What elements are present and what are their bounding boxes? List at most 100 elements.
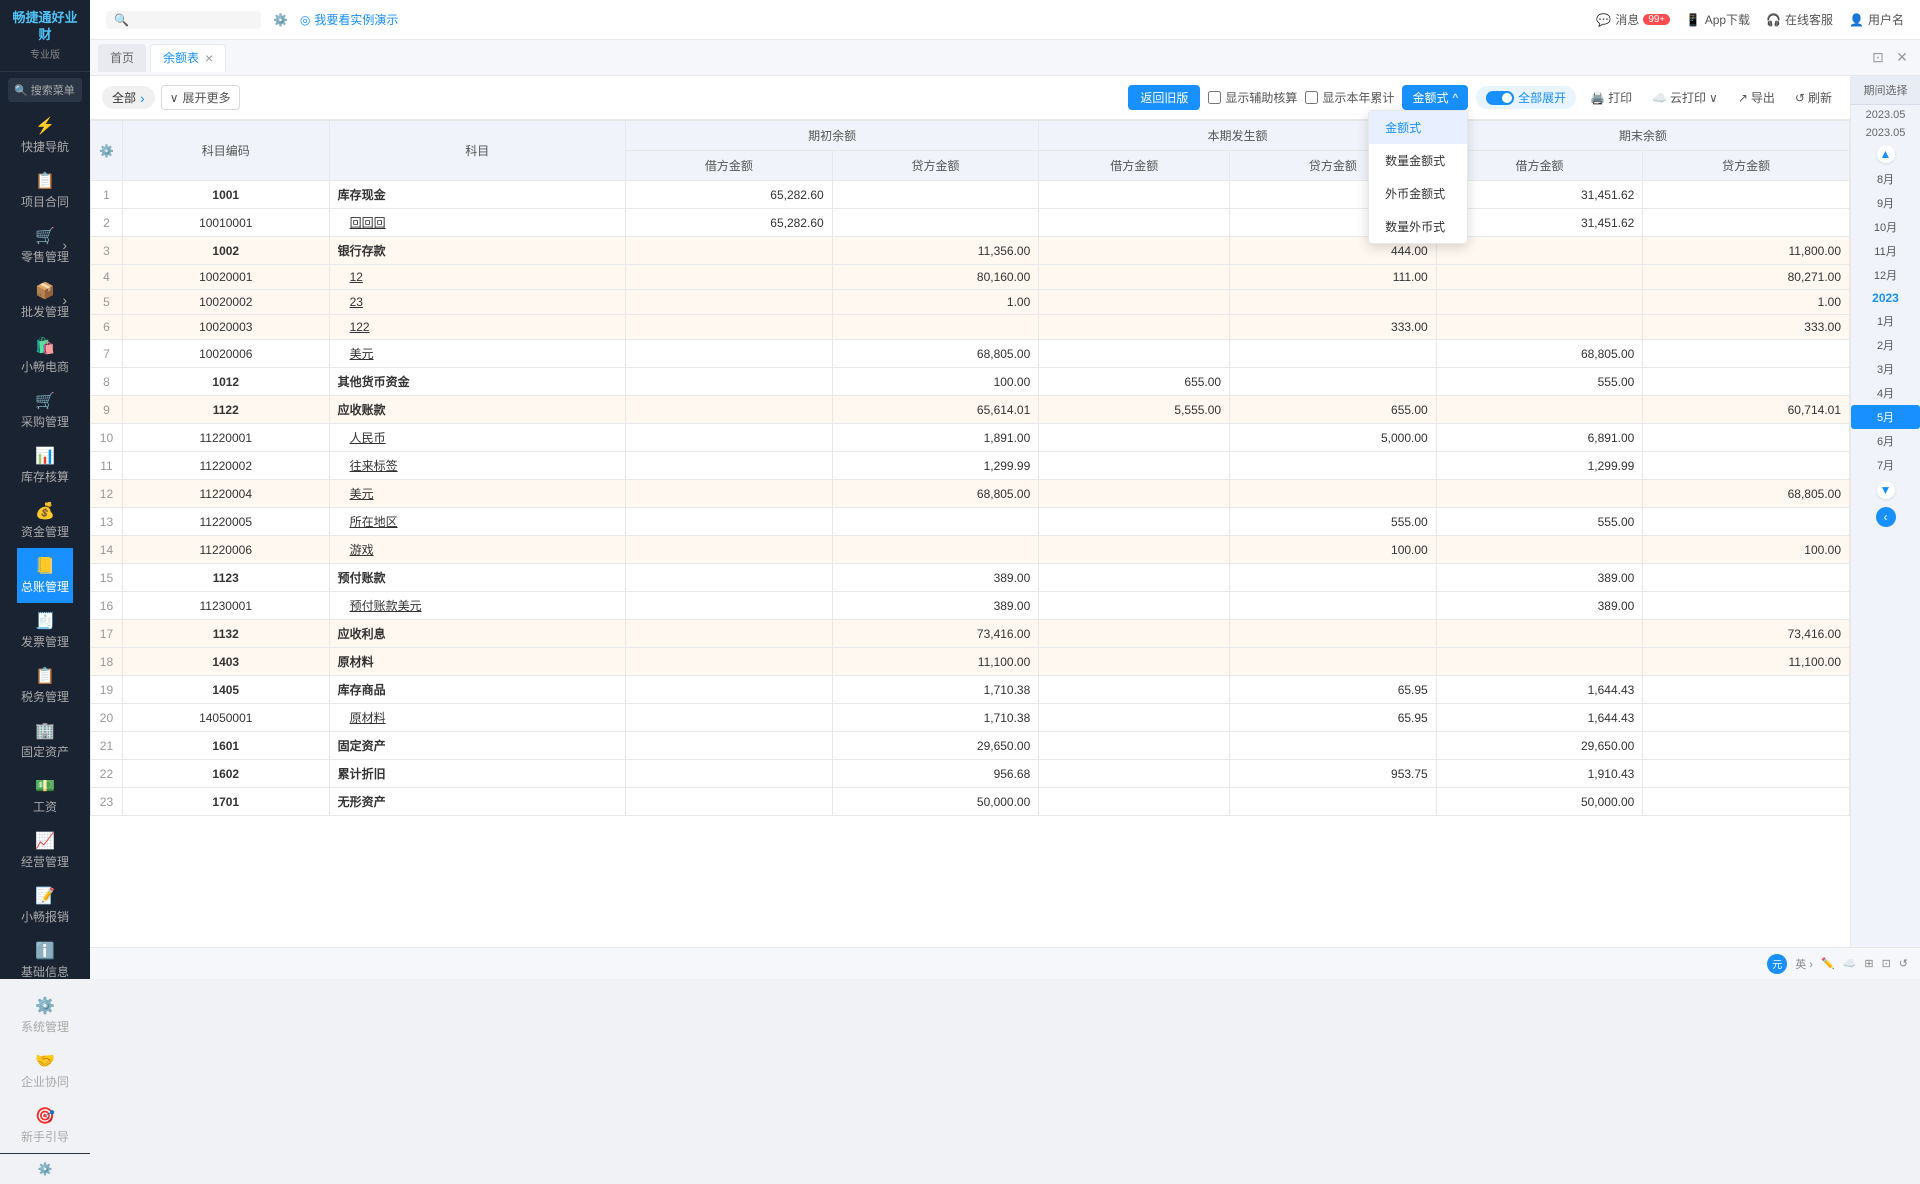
- row-name[interactable]: 人民币: [329, 424, 626, 452]
- period-month-2月[interactable]: 2月: [1851, 333, 1920, 357]
- sidebar-item-快捷导航[interactable]: ⚡快捷导航: [17, 108, 73, 163]
- opening-credit: [832, 508, 1039, 536]
- row-name[interactable]: 游戏: [329, 536, 626, 564]
- toggle-all-button[interactable]: 全部展开: [1476, 86, 1576, 109]
- sidebar-icon-11: 📋: [35, 668, 55, 685]
- row-num: 17: [91, 620, 123, 648]
- sidebar-item-企业协同[interactable]: 🤝企业协同: [17, 1043, 73, 1098]
- show-ytd-checkbox[interactable]: 显示本年累计: [1305, 89, 1394, 106]
- settings-col-header[interactable]: ⚙️: [91, 121, 123, 181]
- settings-icon-top[interactable]: ⚙️: [273, 13, 288, 27]
- return-old-version-button[interactable]: 返回旧版: [1128, 85, 1200, 110]
- print-button[interactable]: 🖨️ 打印: [1584, 86, 1638, 109]
- table-row: 2 10010001 回回回 65,282.60 33,830.98 31,45…: [91, 209, 1850, 237]
- grid-icon[interactable]: ⊞: [1864, 957, 1873, 970]
- period-month-4月[interactable]: 4月: [1851, 381, 1920, 405]
- sidebar-item-税务管理[interactable]: 📋税务管理: [17, 658, 73, 713]
- period-up-button[interactable]: ▲: [1877, 145, 1895, 163]
- search-menu-button[interactable]: 🔍 搜索菜单: [8, 78, 82, 102]
- period-month-9月[interactable]: 9月: [1851, 191, 1920, 215]
- period-month-7月[interactable]: 7月: [1851, 453, 1920, 477]
- period-down-button[interactable]: ▼: [1877, 481, 1895, 499]
- sidebar-settings[interactable]: ⚙️: [0, 1153, 90, 1184]
- online-service-button[interactable]: 🎧 在线客服: [1766, 11, 1833, 28]
- cloud-icon[interactable]: ☁️: [1843, 957, 1857, 970]
- window-close-button[interactable]: ✕: [1892, 48, 1912, 68]
- period-collapse-button[interactable]: ‹: [1876, 507, 1896, 527]
- row-name[interactable]: 122: [329, 315, 626, 340]
- format-button[interactable]: 金额式 ^: [1402, 85, 1468, 110]
- tab-bar: 首页 余额表 × ⊡ ✕: [90, 40, 1920, 76]
- expand-button[interactable]: ∨ 展开更多: [161, 85, 240, 110]
- edit-icon[interactable]: ✏️: [1821, 957, 1835, 970]
- tab-home[interactable]: 首页: [98, 44, 146, 72]
- row-num: 18: [91, 648, 123, 676]
- period-month-1月[interactable]: 1月: [1851, 309, 1920, 333]
- show-auxiliary-checkbox[interactable]: 显示辅助核算: [1208, 89, 1297, 106]
- export-button[interactable]: ↗ 导出: [1732, 86, 1781, 109]
- row-name[interactable]: 所在地区: [329, 508, 626, 536]
- format-option-qty-amount[interactable]: 数量金额式: [1369, 144, 1467, 177]
- lang-label[interactable]: 英 ›: [1795, 956, 1813, 972]
- opening-credit: 11,100.00: [832, 648, 1039, 676]
- sidebar-item-小畅电商[interactable]: 🛍️小畅电商: [17, 328, 73, 383]
- window-restore-button[interactable]: ⊡: [1868, 48, 1888, 68]
- sidebar-item-发票管理[interactable]: 🧾发票管理: [17, 603, 73, 658]
- sidebar-item-小畅报销[interactable]: 📝小畅报销: [17, 878, 73, 933]
- sidebar-item-固定资产[interactable]: 🏢固定资产: [17, 713, 73, 768]
- format-option-qty-foreign[interactable]: 数量外币式: [1369, 210, 1467, 243]
- user-avatar[interactable]: 👤 用户名: [1849, 11, 1904, 28]
- period-month-6月[interactable]: 6月: [1851, 429, 1920, 453]
- format-option-amount[interactable]: 金额式: [1369, 111, 1467, 144]
- auxiliary-checkbox-input[interactable]: [1208, 91, 1221, 104]
- row-name[interactable]: 往来标签: [329, 452, 626, 480]
- refresh-button[interactable]: ↺ 刷新: [1789, 86, 1838, 109]
- format-option-foreign-amount[interactable]: 外币金额式: [1369, 177, 1467, 210]
- toggle-switch[interactable]: [1486, 91, 1514, 105]
- cloud-print-button[interactable]: ☁️ 云打印 ∨: [1646, 86, 1724, 109]
- row-code: 11220002: [122, 452, 329, 480]
- row-name[interactable]: 预付账款美元: [329, 592, 626, 620]
- box-icon[interactable]: ⊡: [1882, 957, 1891, 970]
- period-month-11月[interactable]: 11月: [1851, 239, 1920, 263]
- sidebar-item-总账管理[interactable]: 📒总账管理: [17, 548, 73, 603]
- ytd-checkbox-input[interactable]: [1305, 91, 1318, 104]
- demo-link[interactable]: ◎ 我要看实例演示: [300, 11, 399, 28]
- sidebar-item-系统管理[interactable]: ⚙️系统管理: [17, 988, 73, 1043]
- sidebar-item-工资[interactable]: 💵工资: [17, 768, 73, 823]
- sidebar-item-零售管理[interactable]: 🛒零售管理: [17, 218, 73, 273]
- period-month-8月[interactable]: 8月: [1851, 167, 1920, 191]
- sidebar-item-项目合同[interactable]: 📋项目合同: [17, 163, 73, 218]
- sidebar-label-13: 工资: [21, 798, 69, 815]
- period-month-12月[interactable]: 12月: [1851, 263, 1920, 287]
- messages-badge: 99+: [1643, 14, 1669, 25]
- messages-button[interactable]: 💬 消息 99+: [1596, 11, 1669, 28]
- app-download-button[interactable]: 📱 App下载: [1686, 11, 1750, 28]
- currency-icon[interactable]: 元: [1767, 954, 1787, 974]
- sidebar-item-资金管理[interactable]: 💰资金管理: [17, 493, 73, 548]
- period-credit: 100.00: [1230, 536, 1437, 564]
- row-name[interactable]: 美元: [329, 480, 626, 508]
- closing-debit: 555.00: [1436, 508, 1643, 536]
- sidebar-item-新手引导[interactable]: 🎯新手引导: [17, 1098, 73, 1153]
- period-month-5月[interactable]: 5月: [1851, 405, 1920, 429]
- sidebar-item-库存核算[interactable]: 📊库存核算: [17, 438, 73, 493]
- period-month-3月[interactable]: 3月: [1851, 357, 1920, 381]
- tab-balance[interactable]: 余额表 ×: [150, 44, 226, 72]
- period-month-10月[interactable]: 10月: [1851, 215, 1920, 239]
- row-name[interactable]: 美元: [329, 340, 626, 368]
- row-name[interactable]: 23: [329, 290, 626, 315]
- breadcrumb-all[interactable]: 全部 ›: [102, 86, 155, 109]
- top-search-input[interactable]: [133, 13, 253, 27]
- sidebar-item-基础信息[interactable]: ℹ️基础信息: [17, 933, 73, 988]
- row-name[interactable]: 原材料: [329, 704, 626, 732]
- sidebar-item-批发管理[interactable]: 📦批发管理: [17, 273, 73, 328]
- row-name[interactable]: 回回回: [329, 209, 626, 237]
- reset-icon[interactable]: ↺: [1899, 957, 1908, 970]
- tab-close-button[interactable]: ×: [205, 50, 213, 66]
- sidebar-item-经营管理[interactable]: 📈经营管理: [17, 823, 73, 878]
- sidebar-item-采购管理[interactable]: 🛒采购管理: [17, 383, 73, 438]
- opening-debit: [626, 788, 833, 816]
- row-name[interactable]: 12: [329, 265, 626, 290]
- period-month-2023[interactable]: 2023: [1851, 287, 1920, 309]
